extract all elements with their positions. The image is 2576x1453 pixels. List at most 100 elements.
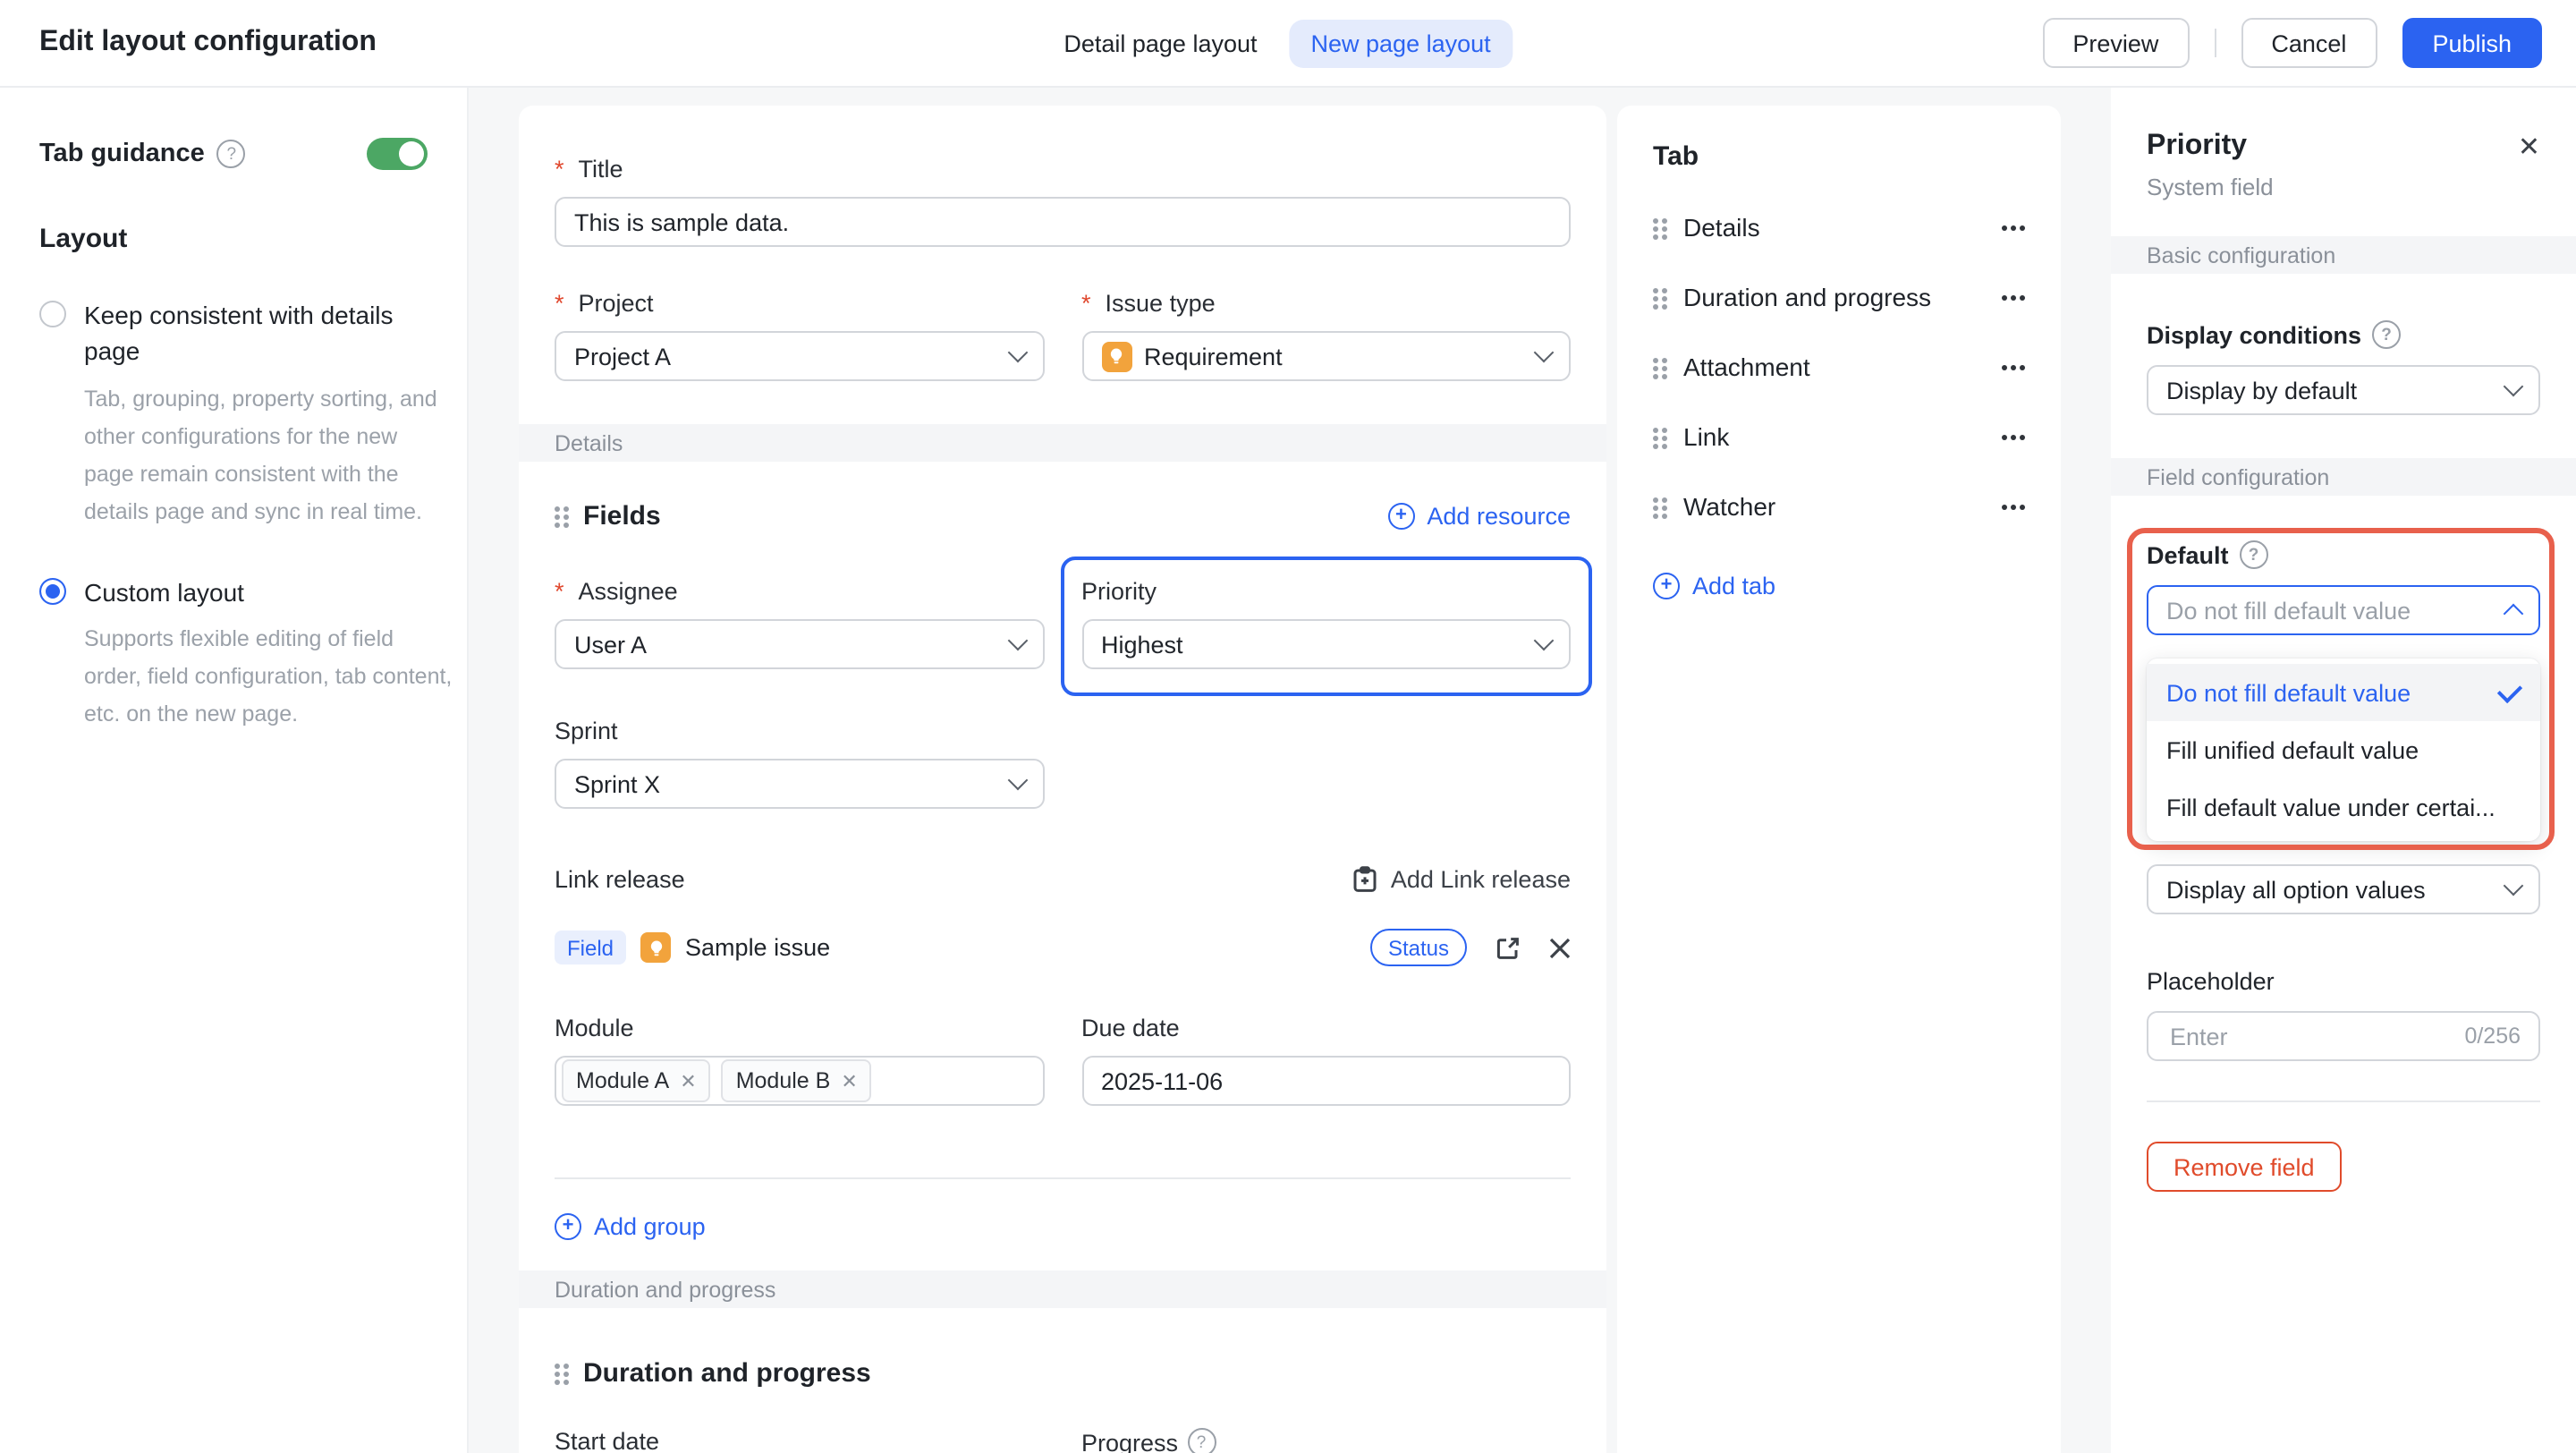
lightbulb-icon: [640, 932, 672, 963]
chevron-down-icon: [1006, 342, 1028, 363]
title-field-label: Title: [555, 156, 1571, 183]
priority-select-value: Highest: [1101, 631, 1183, 658]
more-menu-icon[interactable]: [2002, 294, 2007, 300]
duration-group-header: Duration and progress: [555, 1358, 1571, 1389]
preview-button[interactable]: Preview: [2042, 18, 2190, 68]
assignee-select[interactable]: User A: [555, 619, 1044, 669]
status-pill[interactable]: Status: [1369, 929, 1467, 966]
drag-handle-icon[interactable]: [1653, 357, 1658, 362]
help-icon[interactable]: [2239, 540, 2268, 569]
app-window: Edit layout configuration Detail page la…: [0, 0, 2576, 1453]
title-input[interactable]: [555, 197, 1571, 247]
display-conditions-select[interactable]: Display by default: [2147, 365, 2540, 415]
more-menu-icon[interactable]: [2002, 225, 2007, 230]
help-icon[interactable]: [2372, 320, 2402, 349]
tab-item-label: Link: [1683, 422, 1730, 451]
duration-section-label: Duration and progress: [555, 1277, 776, 1302]
drag-handle-icon[interactable]: [1653, 217, 1658, 223]
remove-field-button[interactable]: Remove field: [2147, 1142, 2342, 1192]
more-menu-icon[interactable]: [2002, 434, 2007, 439]
dropdown-option-label: Do not fill default value: [2166, 679, 2411, 706]
layout-heading: Layout: [39, 224, 128, 254]
default-select[interactable]: Do not fill default value: [2147, 585, 2540, 635]
top-bar: Edit layout configuration Detail page la…: [0, 0, 2576, 88]
tab-item-link[interactable]: Link: [1653, 422, 2025, 451]
tab-item-duration-and-progress[interactable]: Duration and progress: [1653, 283, 2025, 311]
tab-new-page-layout[interactable]: New page layout: [1289, 19, 1513, 67]
more-menu-icon[interactable]: [2002, 364, 2007, 370]
open-in-new-icon[interactable]: [1496, 935, 1521, 960]
tab-item-watcher[interactable]: Watcher: [1653, 492, 2025, 521]
sprint-field-label: Sprint: [555, 718, 618, 744]
default-label-text: Default: [2147, 541, 2229, 568]
radio-checked-icon[interactable]: [39, 577, 66, 605]
drag-handle-icon[interactable]: [555, 1364, 560, 1369]
issue-type-select-value: Requirement: [1144, 343, 1283, 370]
tab-item-details[interactable]: Details: [1653, 213, 2025, 242]
details-section-bar: Details: [519, 424, 1606, 462]
link-release-header: Link release Add Link release: [555, 866, 1571, 893]
add-tab-link[interactable]: Add tab: [1653, 573, 1775, 599]
tab-item-label: Watcher: [1683, 492, 1776, 521]
display-conditions-label-text: Display conditions: [2147, 321, 2362, 348]
sprint-select[interactable]: Sprint X: [555, 759, 1044, 809]
project-select[interactable]: Project A: [555, 331, 1044, 381]
tab-detail-page-layout[interactable]: Detail page layout: [1063, 30, 1257, 56]
panel-divider: [2147, 1100, 2540, 1102]
link-release-item: Field Sample issue Status: [555, 929, 1571, 966]
drag-handle-icon[interactable]: [1653, 287, 1658, 293]
tab-guidance-row: Tab guidance: [39, 138, 428, 170]
layout-sidebar: Tab guidance Layout Keep consistent with…: [0, 88, 469, 1453]
option-display-select[interactable]: Display all option values: [2147, 864, 2540, 914]
issue-type-select[interactable]: Requirement: [1081, 331, 1571, 381]
add-resource-label: Add resource: [1427, 503, 1571, 530]
close-icon[interactable]: [2518, 134, 2540, 161]
page-body: Tab guidance Layout Keep consistent with…: [0, 88, 2576, 1453]
chip-remove-icon[interactable]: ✕: [680, 1069, 696, 1092]
dropdown-option-fill-under-certain[interactable]: Fill default value under certai...: [2147, 778, 2540, 836]
dropdown-option-fill-unified[interactable]: Fill unified default value: [2147, 721, 2540, 778]
drag-handle-icon[interactable]: [1653, 427, 1658, 432]
priority-select[interactable]: Highest: [1081, 619, 1571, 669]
add-group-link[interactable]: Add group: [555, 1213, 706, 1240]
help-icon[interactable]: [216, 140, 246, 168]
remove-link-icon[interactable]: [1549, 937, 1571, 958]
drag-handle-icon[interactable]: [1653, 497, 1658, 502]
more-menu-icon[interactable]: [2002, 504, 2007, 509]
basic-config-section-label: Basic configuration: [2147, 242, 2336, 268]
project-field-label: Project: [555, 290, 1044, 317]
linked-issue-title[interactable]: Sample issue: [685, 934, 830, 961]
dropdown-option-do-not-fill[interactable]: Do not fill default value: [2147, 664, 2540, 721]
add-resource-link[interactable]: Add resource: [1387, 503, 1571, 530]
check-icon: [2496, 676, 2523, 703]
add-link-release-button[interactable]: Add Link release: [1353, 866, 1571, 893]
layout-mode-tabs: Detail page layout New page layout: [1063, 19, 1513, 67]
radio-option-custom-layout[interactable]: Custom layout: [39, 574, 428, 610]
help-icon[interactable]: [1187, 1428, 1216, 1453]
module-chip: Module B ✕: [721, 1059, 872, 1102]
dropdown-option-label: Fill unified default value: [2166, 736, 2419, 763]
chevron-down-icon: [1533, 342, 1555, 363]
plus-circle-icon: [1653, 573, 1680, 599]
cancel-button[interactable]: Cancel: [2241, 18, 2377, 68]
field-config-section-bar: Field configuration: [2111, 458, 2576, 496]
module-multiselect[interactable]: Module A ✕ Module B ✕: [555, 1056, 1044, 1106]
due-date-input[interactable]: [1081, 1056, 1571, 1106]
tab-panel-title: Tab: [1653, 141, 1699, 172]
publish-button[interactable]: Publish: [2402, 18, 2542, 68]
drag-handle-icon[interactable]: [555, 506, 560, 512]
chevron-down-icon: [2503, 875, 2524, 896]
progress-label-text: Progress: [1081, 1429, 1179, 1453]
placeholder-input[interactable]: [2166, 1021, 2465, 1051]
chevron-down-icon: [1533, 630, 1555, 651]
option-display-value: Display all option values: [2166, 876, 2426, 903]
tab-item-attachment[interactable]: Attachment: [1653, 353, 2025, 381]
page-title: Edit layout configuration: [39, 27, 377, 57]
priority-field-selected-highlight[interactable]: Priority Highest: [1060, 557, 1592, 696]
tab-guidance-toggle[interactable]: [367, 138, 428, 170]
radio-option-keep-consistent[interactable]: Keep consistent with details page: [39, 297, 428, 370]
chip-remove-icon[interactable]: ✕: [841, 1069, 857, 1092]
assignee-select-value: User A: [574, 631, 648, 658]
radio-unchecked-icon[interactable]: [39, 301, 66, 327]
tab-item-label: Duration and progress: [1683, 283, 1932, 311]
